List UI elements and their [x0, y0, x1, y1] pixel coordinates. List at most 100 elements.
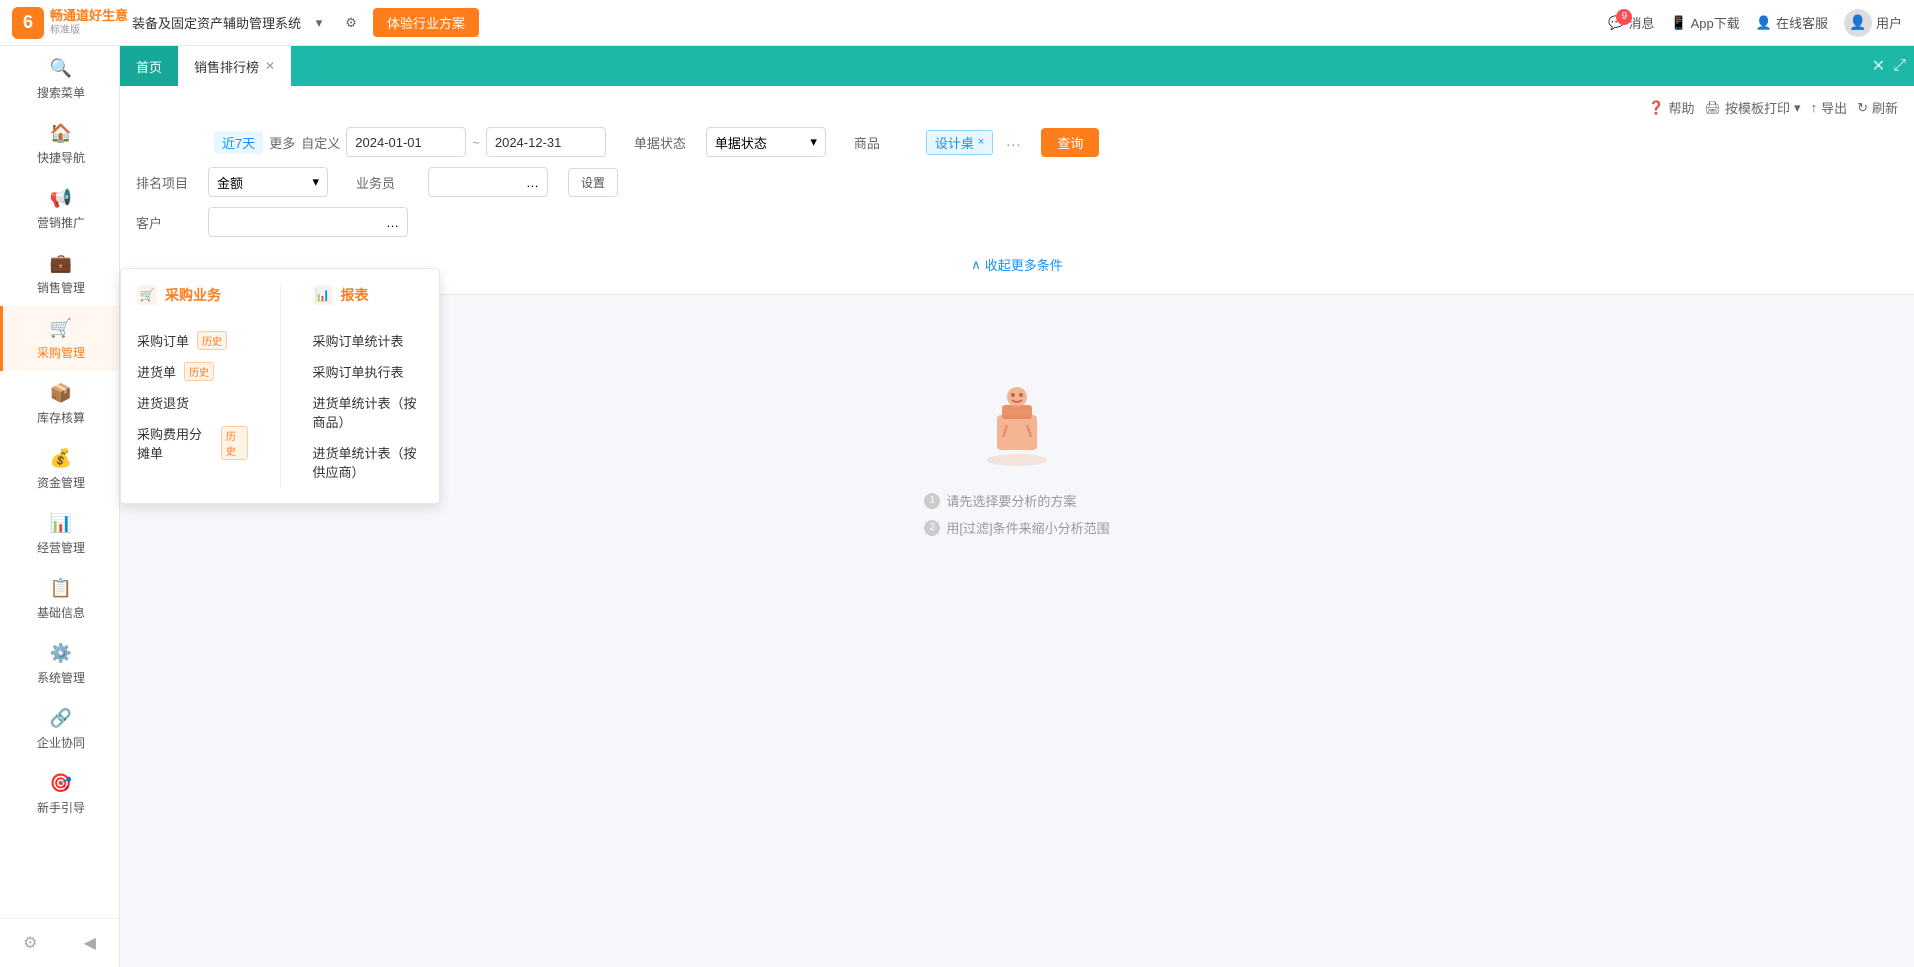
- tab-home[interactable]: 首页: [120, 46, 178, 86]
- content-area: 首页 销售排行榜 ✕ ✕ ⤢ ❓ 帮助: [120, 46, 1914, 967]
- sidebar-item-guide[interactable]: 🎯 新手引导: [0, 761, 119, 826]
- header-dropdown-btn[interactable]: ▾: [309, 13, 329, 33]
- customer-filter-row: 客户 …: [136, 207, 1898, 237]
- sidebar-item-finance[interactable]: 💰 资金管理: [0, 436, 119, 501]
- messages-btn[interactable]: 💬 9 消息: [1608, 13, 1654, 32]
- sidebar-item-label-quick-nav: 快捷导航: [37, 149, 85, 166]
- date-end-input[interactable]: [486, 127, 606, 157]
- empty-tip-1: 1 请先选择要分析的方案: [924, 491, 1109, 510]
- menu-item-report-2[interactable]: 采购订单执行表: [313, 356, 424, 387]
- purchase-expense-history-badge: 历史: [221, 426, 248, 460]
- voucher-status-select[interactable]: 单据状态 ▾: [706, 127, 826, 157]
- sidebar-item-inventory[interactable]: 📦 库存核算: [0, 371, 119, 436]
- date-7days-btn[interactable]: 近7天: [214, 131, 263, 154]
- logo-text: 畅通道好生意 标准版: [50, 8, 128, 38]
- date-custom-btn[interactable]: 自定义: [301, 133, 340, 152]
- goods-more-btn[interactable]: …: [1005, 133, 1021, 151]
- collapse-up-icon: ∧: [971, 257, 981, 273]
- print-btn[interactable]: 🖨 按模板打印 ▾: [1705, 98, 1801, 117]
- sidebar-item-sales[interactable]: 💼 销售管理: [0, 241, 119, 306]
- refresh-btn[interactable]: ↻ 刷新: [1857, 98, 1898, 117]
- rank-value: 金额: [217, 173, 243, 192]
- user-btn[interactable]: 👤 用户: [1844, 9, 1902, 37]
- sidebar-item-system[interactable]: ⚙️ 系统管理: [0, 631, 119, 696]
- voucher-status-label: 单据状态: [634, 133, 694, 152]
- empty-tips: 1 请先选择要分析的方案 2 用[过滤]条件来缩小分析范围: [924, 491, 1109, 537]
- sidebar-item-enterprise[interactable]: 🔗 企业协同: [0, 696, 119, 761]
- tab-fullscreen-icon[interactable]: ⤢: [1893, 57, 1906, 75]
- menu-item-purchase-return[interactable]: 进货退货: [137, 387, 248, 418]
- settings-btn[interactable]: 设置: [568, 168, 618, 197]
- sidebar-item-label-basic-info: 基础信息: [37, 604, 85, 621]
- salesperson-select[interactable]: …: [428, 167, 548, 197]
- purchase-expense-label: 采购费用分摊单: [137, 424, 213, 462]
- export-btn[interactable]: ↑ 导出: [1811, 98, 1848, 117]
- header-center: 装备及固定资产辅助管理系统 ▾ ⚙ 体验行业方案: [132, 8, 1608, 37]
- menu-item-report-1[interactable]: 采购订单统计表: [313, 325, 424, 356]
- export-label: 导出: [1821, 98, 1847, 117]
- tab-home-label: 首页: [136, 57, 162, 76]
- report-2-label: 采购订单执行表: [313, 362, 404, 381]
- sidebar-item-label-sales: 销售管理: [37, 279, 85, 296]
- sidebar-item-search[interactable]: 🔍 搜索菜单: [0, 46, 119, 111]
- empty-tip-2: 2 用[过滤]条件来缩小分析范围: [924, 518, 1109, 537]
- date-more-btn[interactable]: 更多: [269, 133, 295, 152]
- marketing-icon: 📢: [49, 186, 73, 210]
- help-btn[interactable]: ❓ 帮助: [1648, 98, 1694, 117]
- tab-sales-rank-label: 销售排行榜: [194, 57, 259, 76]
- date-start-input[interactable]: [346, 127, 466, 157]
- app-download-btn[interactable]: 📱 App下载: [1670, 13, 1739, 32]
- sidebar-settings-btn[interactable]: ⚙: [17, 927, 43, 959]
- purchase-ops-icon: 🛒: [137, 285, 157, 305]
- sidebar-collapse-btn[interactable]: ◀: [78, 927, 102, 959]
- app-download-label: App下载: [1691, 13, 1740, 32]
- purchase-ops-label: 采购业务: [165, 285, 221, 305]
- messages-label: 消息: [1628, 13, 1654, 32]
- purchase-order-label: 采购订单: [137, 331, 189, 350]
- sidebar-item-operations[interactable]: 📊 经营管理: [0, 501, 119, 566]
- sidebar-item-basic-info[interactable]: 📋 基础信息: [0, 566, 119, 631]
- tab-close-icon[interactable]: ✕: [265, 59, 275, 73]
- finance-icon: 💰: [49, 446, 73, 470]
- sidebar-item-purchase[interactable]: 🛒 采购管理: [0, 306, 119, 371]
- tab-sales-rank[interactable]: 销售排行榜 ✕: [178, 46, 291, 86]
- message-icon-wrapper: 💬 9: [1608, 15, 1624, 31]
- report-1-label: 采购订单统计表: [313, 331, 404, 350]
- menu-item-purchase-expense[interactable]: 采购费用分摊单 历史: [137, 418, 248, 468]
- search-icon: 🔍: [49, 56, 73, 80]
- report-4-label: 进货单统计表（按供应商）: [313, 443, 424, 481]
- home-icon: 🏠: [49, 121, 73, 145]
- purchase-receipt-label: 进货单: [137, 362, 176, 381]
- print-dropdown-icon[interactable]: ▾: [1794, 100, 1801, 116]
- rank-select[interactable]: 金额 ▾: [208, 167, 328, 197]
- print-label: 按模板打印: [1725, 98, 1790, 117]
- goods-tag-close[interactable]: ×: [978, 136, 984, 148]
- menu-item-report-4[interactable]: 进货单统计表（按供应商）: [313, 437, 424, 487]
- menu-item-purchase-receipt[interactable]: 进货单 历史: [137, 356, 248, 387]
- user-label: 用户: [1876, 13, 1902, 32]
- filter-section: ❓ 帮助 🖨 按模板打印 ▾ ↑ 导出 ↻: [120, 86, 1914, 295]
- sidebar-item-quick-nav[interactable]: 🏠 快捷导航: [0, 111, 119, 176]
- sidebar-item-marketing[interactable]: 📢 营销推广: [0, 176, 119, 241]
- sidebar-item-label-enterprise: 企业协同: [37, 734, 85, 751]
- online-service-btn[interactable]: 👤 在线客服: [1756, 13, 1828, 32]
- query-btn[interactable]: 查询: [1041, 128, 1099, 157]
- brand-name: 畅通道好生意: [50, 8, 128, 25]
- purchase-ops-title: 🛒 采购业务: [137, 285, 248, 313]
- tip-num-1: 1: [924, 493, 940, 509]
- tab-close-all-icon[interactable]: ✕: [1872, 56, 1885, 76]
- empty-illustration: [967, 375, 1067, 475]
- phone-icon: 📱: [1670, 15, 1686, 31]
- header-settings-icon[interactable]: ⚙: [337, 9, 365, 37]
- customer-select[interactable]: …: [208, 207, 408, 237]
- purchase-dropdown-menu: 🛒 采购业务 采购订单 历史 进货单 历史 进货退货 采购费用分摊单 历史: [120, 268, 440, 504]
- purchase-return-label: 进货退货: [137, 393, 189, 412]
- voucher-status-placeholder: 单据状态: [715, 133, 767, 152]
- menu-item-report-3[interactable]: 进货单统计表（按商品）: [313, 387, 424, 437]
- industry-btn[interactable]: 体验行业方案: [373, 8, 479, 37]
- reports-title: 📊 报表: [313, 285, 424, 313]
- toolbar-right: ❓ 帮助 🖨 按模板打印 ▾ ↑ 导出 ↻: [1648, 98, 1898, 117]
- menu-divider: [280, 285, 281, 487]
- menu-item-purchase-order[interactable]: 采购订单 历史: [137, 325, 248, 356]
- voucher-status-dropdown-icon: ▾: [810, 134, 817, 150]
